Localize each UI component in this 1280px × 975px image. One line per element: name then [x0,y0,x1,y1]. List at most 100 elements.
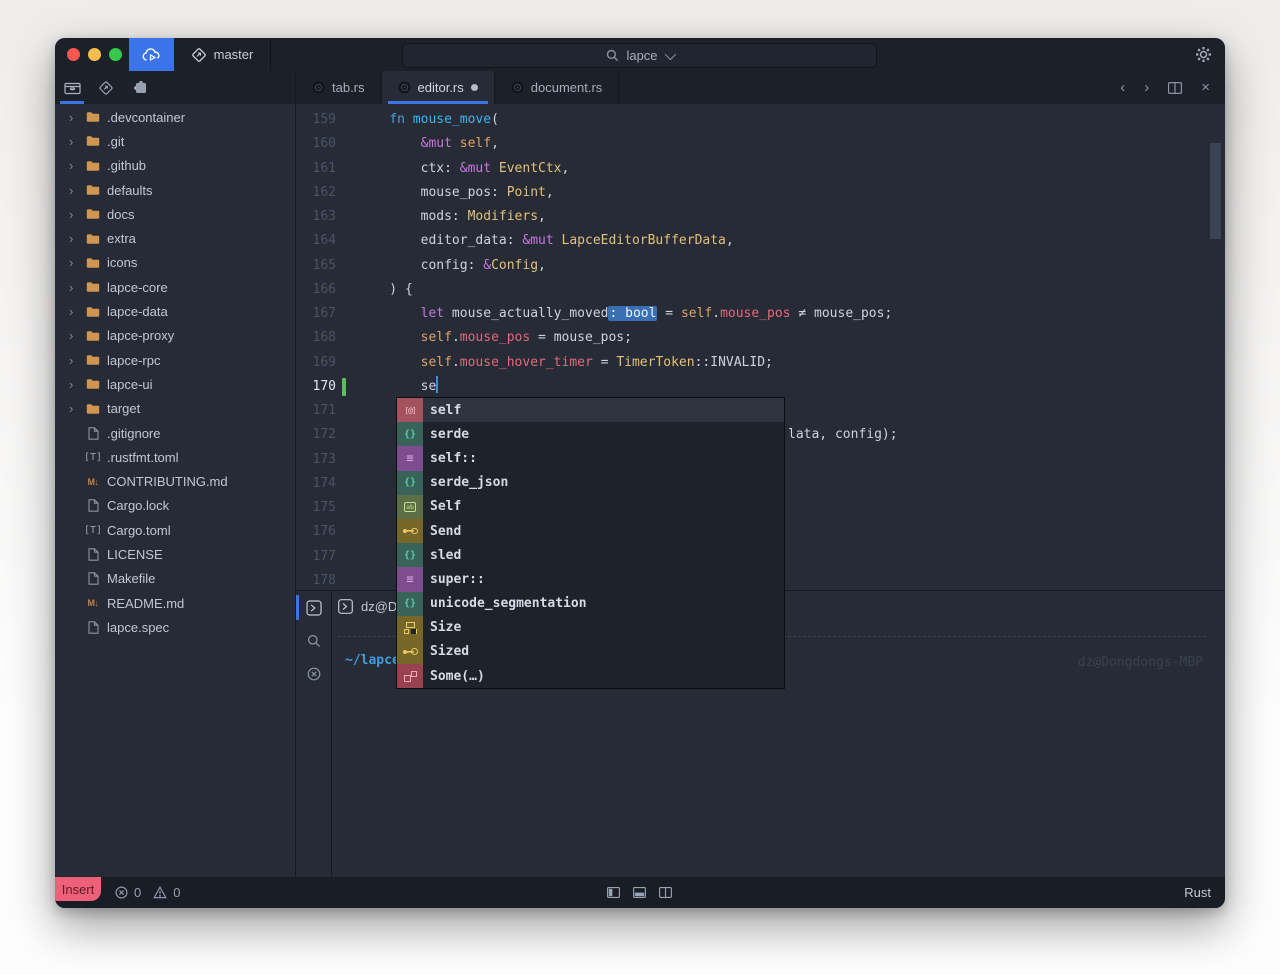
tree-item-defaults[interactable]: ›defaults [55,178,295,202]
module-icon: {} [397,592,423,616]
activity-item-source-control[interactable] [89,71,123,104]
code-text: mouse_pos: Point, [358,181,554,205]
toml-icon: [T] [85,525,101,536]
panel-terminal-button[interactable] [296,591,331,624]
code-text: ctx: &mut EventCtx, [358,157,569,181]
diagnostics[interactable]: 0 0 [115,877,180,908]
tree-item-label: icons [107,255,137,270]
tree-item-.devcontainer[interactable]: ›.devcontainer [55,105,295,129]
completion-item-Sized[interactable]: Sized [397,640,784,664]
gutter [336,545,358,569]
mode-badge[interactable]: Insert [55,877,101,901]
tree-item-lapce.spec[interactable]: lapce.spec [55,615,295,639]
tree-item-Makefile[interactable]: Makefile [55,567,295,591]
tree-item-lapce-data[interactable]: ›lapce-data [55,299,295,323]
tree-item-target[interactable]: ›target [55,397,295,421]
completion-item-serde_json[interactable]: {}serde_json [397,471,784,495]
code-line-168: 168 self.mouse_pos = mouse_pos; [296,326,1225,350]
chevron-right-icon: › [69,134,79,149]
completion-item-Size[interactable]: Size [397,616,784,640]
module-icon: {} [397,471,423,495]
completion-label: self:: [423,451,477,466]
tab-tab.rs[interactable]: tab.rs [296,71,382,104]
tree-item-label: target [107,401,140,416]
panel-bottom-icon[interactable] [633,887,646,898]
completion-item-unicode_segmentation[interactable]: {}unicode_segmentation [397,592,784,616]
editor-scrollbar-thumb[interactable] [1210,143,1221,239]
folder-icon [85,184,101,196]
tree-item-.git[interactable]: ›.git [55,129,295,153]
abbreviation-icon: ab [397,495,423,519]
minimize-window-button[interactable] [88,48,101,61]
terminal-host-label: dz@Dongdongs-MBP [1078,655,1203,670]
line-number: 164 [296,229,336,253]
completion-item-super::[interactable]: ≡super:: [397,567,784,591]
tree-item-README.md[interactable]: M↓README.md [55,591,295,615]
panel-right-icon[interactable] [659,887,672,898]
close-window-button[interactable] [67,48,80,61]
tree-item-extra[interactable]: ›extra [55,226,295,250]
gutter [336,423,358,447]
completion-item-Send[interactable]: Send [397,519,784,543]
completion-label: Self [423,499,461,514]
activity-item-explorer[interactable] [55,71,89,104]
tree-item-.rustfmt.toml[interactable]: [T].rustfmt.toml [55,445,295,469]
title-bar: master lapce [55,38,1225,71]
settings-button[interactable] [1195,46,1212,63]
folder-icon [85,208,101,220]
tree-item-Cargo.toml[interactable]: [T]Cargo.toml [55,518,295,542]
gutter [336,157,358,181]
tree-item-label: .rustfmt.toml [107,450,179,465]
tree-item-LICENSE[interactable]: LICENSE [55,542,295,566]
search-icon [606,49,619,62]
nav-forward-icon[interactable]: › [1144,80,1149,95]
gutter [336,254,358,278]
remote-connect-button[interactable] [129,38,174,71]
tree-item-icons[interactable]: ›icons [55,251,295,275]
tree-item-lapce-ui[interactable]: ›lapce-ui [55,372,295,396]
close-icon[interactable]: × [1201,80,1210,95]
completion-label: Some(…) [423,669,485,684]
completion-item-sled[interactable]: {}sled [397,543,784,567]
completion-item-Some(…)[interactable]: Some(…) [397,664,784,688]
completion-item-self[interactable]: [@]self [397,398,784,422]
maximize-window-button[interactable] [109,48,122,61]
branch-selector[interactable]: master [174,38,271,71]
completion-item-self::[interactable]: ≡self:: [397,446,784,470]
language-indicator[interactable]: Rust [1184,877,1211,908]
nav-back-icon[interactable]: ‹ [1120,80,1125,95]
split-editor-icon[interactable] [1168,82,1182,94]
panel-search-button[interactable] [296,624,331,657]
code-text: let mouse_actually_moved: bool = self.mo… [358,302,892,326]
tab-editor.rs[interactable]: editor.rs [382,71,495,104]
tab-document.rs[interactable]: document.rs [495,71,620,104]
file-icon [85,548,101,561]
folder-icon [85,111,101,123]
panel-problems-button[interactable] [296,657,331,690]
panel-toggles [607,877,672,908]
tab-bar: tab.rseditor.rsdocument.rs ‹ › × [295,71,1225,104]
tree-item-docs[interactable]: ›docs [55,202,295,226]
code-line-165: 165 config: &Config, [296,254,1225,278]
folder-icon [85,233,101,245]
tree-item-Cargo.lock[interactable]: Cargo.lock [55,494,295,518]
line-number: 174 [296,472,336,496]
markdown-icon: M↓ [85,477,101,487]
activity-item-plugins[interactable] [123,71,157,104]
workspace-search-box[interactable]: lapce [402,43,877,68]
tree-item-.gitignore[interactable]: .gitignore [55,421,295,445]
completion-item-Self[interactable]: abSelf [397,495,784,519]
status-bar: Insert 0 0 [55,877,1225,908]
panel-left-icon[interactable] [607,887,620,898]
folder-icon [85,378,101,390]
tree-item-lapce-proxy[interactable]: ›lapce-proxy [55,324,295,348]
tree-item-lapce-core[interactable]: ›lapce-core [55,275,295,299]
tree-item-.github[interactable]: ›.github [55,154,295,178]
line-number: 170 [296,375,336,399]
tree-item-lapce-rpc[interactable]: ›lapce-rpc [55,348,295,372]
problems-icon [307,667,321,681]
tree-item-CONTRIBUTING.md[interactable]: M↓CONTRIBUTING.md [55,469,295,493]
line-number: 163 [296,205,336,229]
completion-item-serde[interactable]: {}serde [397,422,784,446]
line-number: 177 [296,545,336,569]
